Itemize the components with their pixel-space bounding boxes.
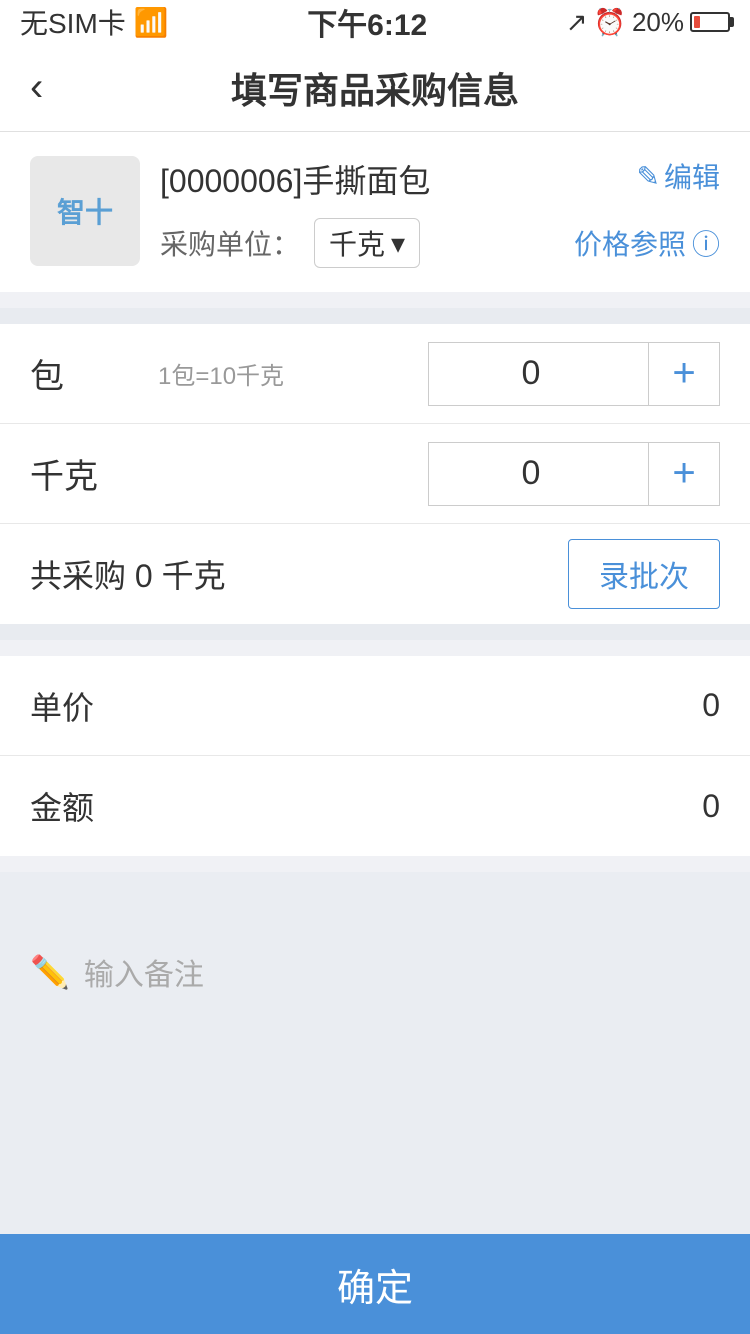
pencil-icon: ✏️ — [30, 953, 70, 991]
unit-select[interactable]: 千克 ▾ — [314, 218, 420, 268]
bag-sub-label: 1包=10千克 — [158, 356, 284, 391]
kg-plus-button[interactable]: + — [648, 442, 720, 506]
product-name: [0000006]手撕面包 — [160, 156, 430, 202]
kg-input-row: 千克 + — [0, 424, 750, 524]
back-button[interactable]: ‹ — [30, 65, 43, 110]
page-title: 填写商品采购信息 — [231, 62, 519, 114]
product-info: [0000006]手撕面包 ✎ 编辑 采购单位： 千克 ▾ 价格参照 ⓘ — [160, 156, 720, 268]
alarm-icon: ⏰ — [594, 7, 626, 38]
nav-bar: ‹ 填写商品采购信息 — [0, 44, 750, 132]
battery-percent: 20% — [632, 7, 684, 38]
remarks-section[interactable]: ✏️ 输入备注 — [0, 872, 750, 1072]
edit-button[interactable]: ✎ 编辑 — [637, 156, 720, 196]
bag-label: 包 — [30, 349, 150, 398]
confirm-button[interactable]: 确定 — [0, 1234, 750, 1334]
product-card: 智十 [0000006]手撕面包 ✎ 编辑 采购单位： 千克 ▾ 价格参照 ⓘ — [0, 132, 750, 292]
product-logo: 智十 — [57, 191, 113, 231]
unit-price-value: 0 — [702, 687, 720, 724]
edit-label: 编辑 — [664, 156, 720, 196]
status-time: 下午6:12 — [307, 0, 427, 44]
bag-plus-button[interactable]: + — [648, 342, 720, 406]
kg-input-right: + — [428, 442, 720, 506]
remarks-placeholder: 输入备注 — [84, 950, 204, 994]
wifi-icon: 📶 — [134, 6, 169, 39]
status-right: ↗ ⏰ 20% — [566, 7, 730, 38]
status-bar: 无SIM卡 📶 下午6:12 ↗ ⏰ 20% — [0, 0, 750, 44]
question-icon: ⓘ — [692, 223, 720, 263]
section-divider-2 — [0, 624, 750, 640]
amount-label: 金额 — [30, 783, 94, 829]
carrier-text: 无SIM卡 — [20, 2, 126, 42]
price-section: 单价 0 金额 0 — [0, 656, 750, 856]
bag-quantity-input[interactable] — [428, 342, 648, 406]
total-label: 共采购 0 千克 — [30, 551, 226, 597]
unit-price-row: 单价 0 — [0, 656, 750, 756]
price-ref-button[interactable]: 价格参照 ⓘ — [574, 223, 720, 263]
edit-icon: ✎ — [637, 160, 660, 193]
kg-label: 千克 — [30, 449, 150, 498]
amount-value: 0 — [702, 788, 720, 825]
unit-value: 千克 — [329, 223, 385, 263]
bag-input-row: 包 1包=10千克 + — [0, 324, 750, 424]
kg-quantity-input[interactable] — [428, 442, 648, 506]
record-batch-button[interactable]: 录批次 — [568, 539, 720, 609]
battery-icon — [690, 12, 730, 32]
section-divider-1 — [0, 308, 750, 324]
input-section: 包 1包=10千克 + 千克 + — [0, 324, 750, 524]
amount-row: 金额 0 — [0, 756, 750, 856]
location-icon: ↗ — [566, 7, 588, 38]
status-left: 无SIM卡 📶 — [20, 2, 169, 42]
unit-label: 采购单位： — [160, 223, 300, 263]
unit-price-label: 单价 — [30, 683, 94, 729]
chevron-down-icon: ▾ — [391, 227, 405, 260]
product-image: 智十 — [30, 156, 140, 266]
bag-input-right: + — [428, 342, 720, 406]
total-row: 共采购 0 千克 录批次 — [0, 524, 750, 624]
price-ref-label: 价格参照 — [574, 223, 686, 263]
